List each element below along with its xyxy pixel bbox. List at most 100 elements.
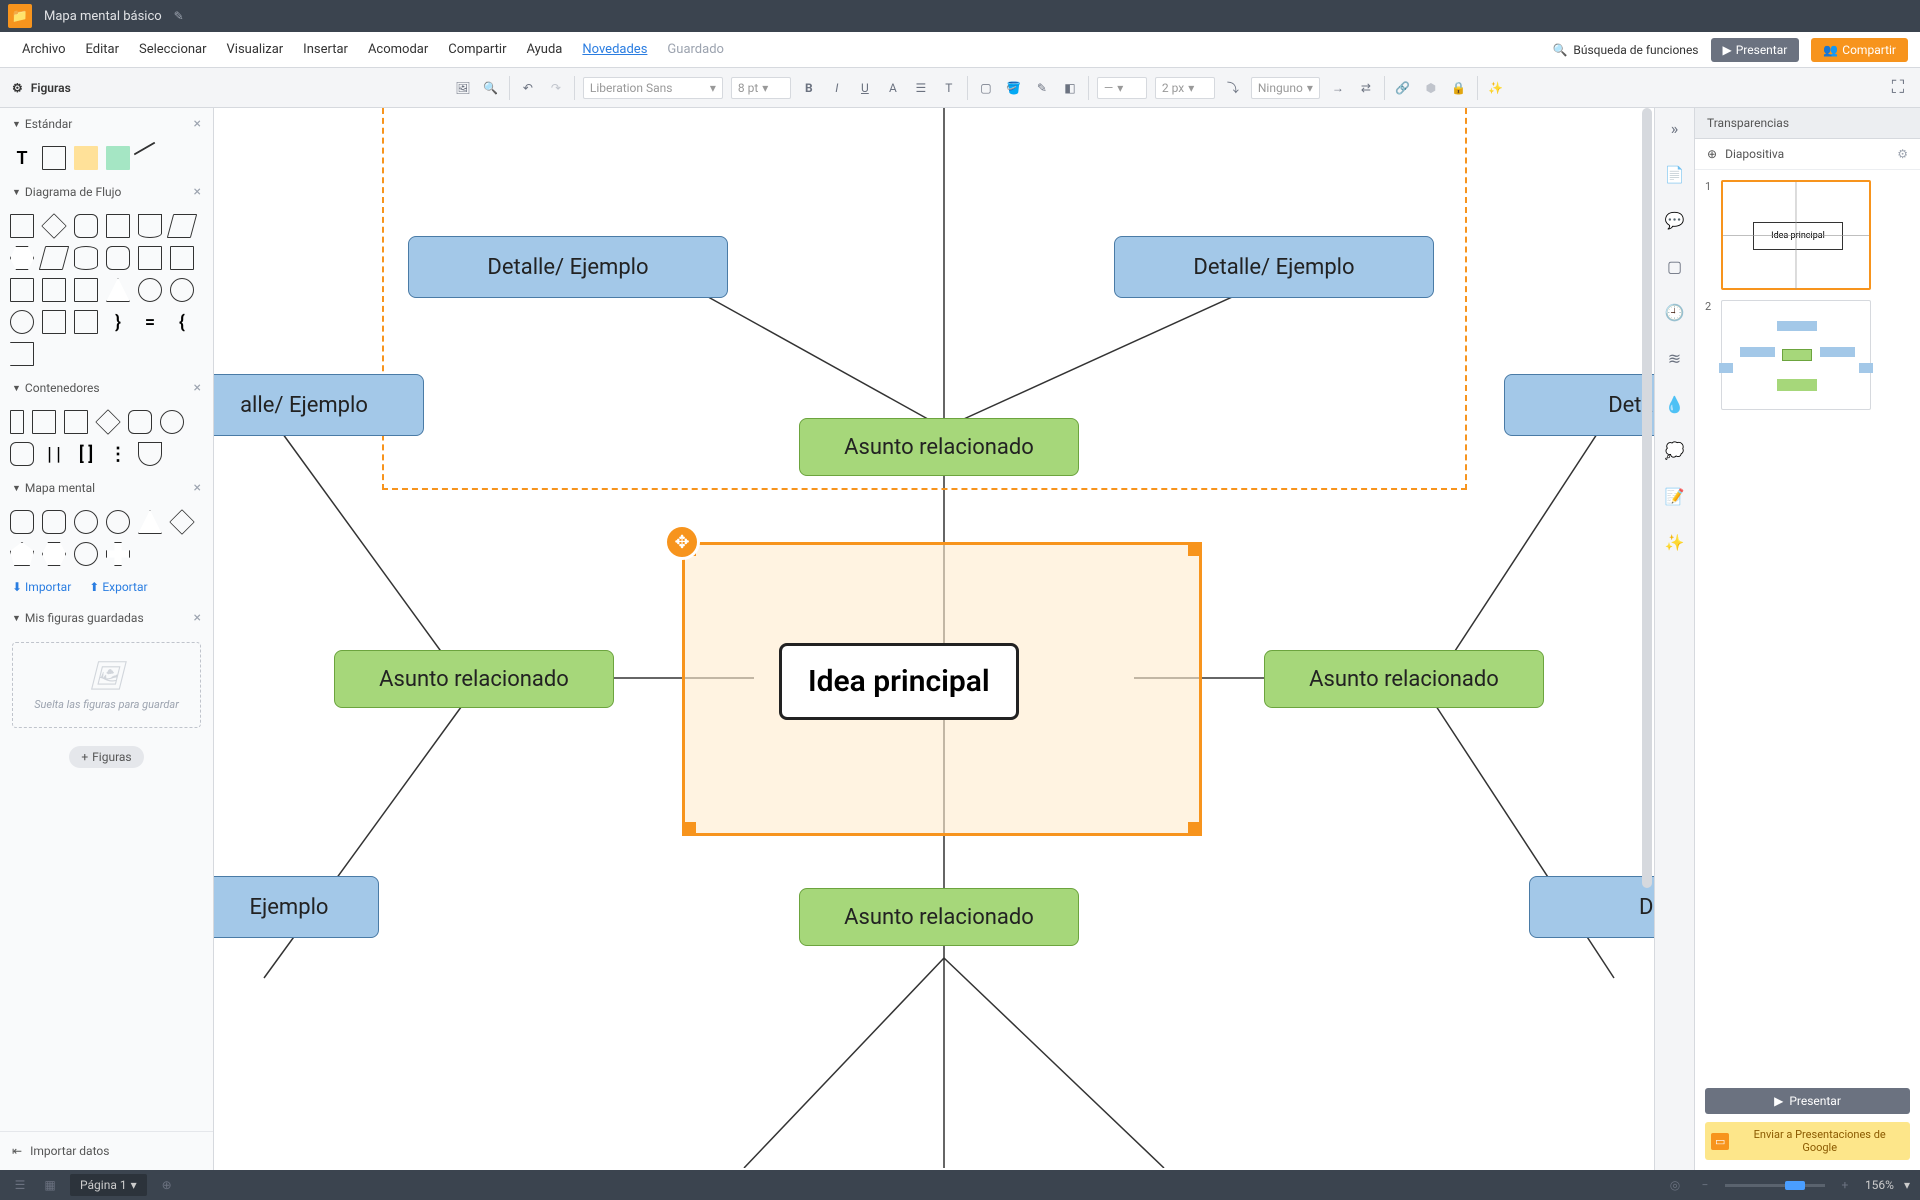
shape-style-button[interactable]: ◧ — [1060, 78, 1080, 98]
shape-f[interactable] — [42, 310, 66, 334]
share-button[interactable]: 👥Compartir — [1811, 38, 1908, 62]
menu-novedades[interactable]: Novedades — [572, 42, 657, 57]
lock-button[interactable]: ⬢ — [1421, 78, 1441, 98]
line-style-dropdown[interactable]: —▾ — [1097, 77, 1147, 99]
shape-hexagon[interactable] — [10, 246, 34, 270]
fullscreen-button[interactable]: ⛶ — [1888, 78, 1908, 98]
orientation-icon[interactable]: ◎ — [1665, 1175, 1685, 1195]
shape-mm1[interactable] — [10, 510, 34, 534]
node-asunto-top[interactable]: Asunto relacionado — [799, 418, 1079, 476]
shape-a[interactable] — [138, 246, 162, 270]
magic-button[interactable]: ✨ — [1486, 78, 1506, 98]
shape-green[interactable] — [106, 146, 130, 170]
shape-triangle[interactable] — [106, 278, 130, 302]
redo-button[interactable]: ↷ — [546, 78, 566, 98]
shape-h[interactable] — [10, 342, 34, 366]
shape-cont1[interactable] — [10, 410, 24, 434]
shape-process[interactable] — [10, 214, 34, 238]
shape-hex[interactable] — [42, 542, 66, 566]
add-slide-button[interactable]: ⊕ — [1707, 147, 1717, 161]
list-view-icon[interactable]: ☰ — [10, 1175, 30, 1195]
shape-cont5[interactable] — [128, 410, 152, 434]
menu-archivo[interactable]: Archivo — [12, 42, 76, 57]
shape-oct[interactable] — [74, 542, 98, 566]
close-icon[interactable]: × — [194, 184, 201, 200]
line-curve-button[interactable]: ⤵ — [1223, 78, 1243, 98]
shape-db[interactable] — [74, 246, 98, 270]
slide-thumb-2[interactable] — [1721, 300, 1871, 410]
node-detail-bottom-right-clip[interactable]: Detalle/ Ej — [1529, 876, 1654, 938]
section-contenedores[interactable]: ▼Contenedores× — [0, 372, 213, 404]
export-link[interactable]: ⬆ Exportar — [89, 580, 147, 594]
menu-compartir[interactable]: Compartir — [438, 42, 516, 57]
shape-plus[interactable] — [106, 542, 130, 566]
section-flujo[interactable]: ▼Diagrama de Flujo× — [0, 176, 213, 208]
shape-mm4[interactable] — [169, 509, 194, 534]
shape-brace2[interactable]: { — [170, 310, 194, 334]
shape-e[interactable] — [74, 278, 98, 302]
align-button[interactable]: ☰ — [911, 78, 931, 98]
shape-g[interactable] — [74, 310, 98, 334]
shape-mm3[interactable] — [106, 510, 130, 534]
page-tab[interactable]: Página 1 ▾ — [70, 1174, 147, 1196]
node-detail-top-right[interactable]: Detalle/ Ejemplo — [1114, 236, 1434, 298]
add-figures-button[interactable]: + Figuras — [69, 746, 143, 768]
close-icon[interactable]: × — [194, 480, 201, 496]
shape-display[interactable] — [106, 246, 130, 270]
shape-d[interactable] — [42, 278, 66, 302]
node-asunto-right[interactable]: Asunto relacionado — [1264, 650, 1544, 708]
node-detail-left-clip[interactable]: alle/ Ejemplo — [214, 374, 424, 436]
node-detail-right-clip[interactable]: Detalle/ Eje — [1504, 374, 1654, 436]
move-handle[interactable]: ✥ — [664, 524, 700, 560]
endpoint-dropdown[interactable]: Ninguno▾ — [1251, 77, 1320, 99]
shape-cont6[interactable] — [160, 410, 184, 434]
italic-button[interactable]: I — [827, 78, 847, 98]
shape-predef[interactable] — [106, 214, 130, 238]
menu-editar[interactable]: Editar — [76, 42, 130, 57]
vertical-scrollbar[interactable] — [1642, 108, 1652, 888]
shape-io[interactable] — [39, 246, 69, 270]
line-color-button[interactable]: ✎ — [1032, 78, 1052, 98]
underline-button[interactable]: U — [855, 78, 875, 98]
canvas[interactable]: Detalle/ Ejemplo Detalle/ Ejemplo alle/ … — [214, 108, 1654, 1170]
folder-icon[interactable]: 📁 — [8, 4, 32, 28]
shape-cont9[interactable]: [ ] — [74, 442, 98, 466]
slide-thumb-1[interactable]: Idea principal — [1721, 180, 1871, 290]
text-options-button[interactable]: T — [939, 78, 959, 98]
node-detail-bottom-left-clip[interactable]: Ejemplo — [214, 876, 379, 938]
add-page-button[interactable]: ⊕ — [157, 1175, 177, 1195]
shape-tri[interactable] — [138, 510, 162, 534]
zoom-value[interactable]: 156% — [1865, 1178, 1894, 1192]
gear-icon[interactable]: ⚙ — [12, 81, 23, 95]
dock-clock-icon[interactable]: 🕘 — [1661, 298, 1689, 326]
close-icon[interactable]: × — [194, 610, 201, 626]
shape-cont3[interactable] — [64, 410, 88, 434]
shape-c[interactable] — [10, 278, 34, 302]
shape-or[interactable] — [10, 310, 34, 334]
arrow-start-button[interactable]: → — [1328, 78, 1348, 98]
zoom-slider[interactable] — [1725, 1184, 1825, 1187]
dock-present-icon[interactable]: ▢ — [1661, 252, 1689, 280]
shape-pent[interactable] — [10, 542, 34, 566]
menu-ayuda[interactable]: Ayuda — [516, 42, 572, 57]
shape-text[interactable]: T — [10, 146, 34, 170]
fill-button[interactable]: ▢ — [976, 78, 996, 98]
shape-brace[interactable]: } — [106, 310, 130, 334]
fontsize-dropdown[interactable]: 8 pt▾ — [731, 77, 791, 99]
image-icon[interactable]: 🖼 — [453, 78, 473, 98]
menu-visualizar[interactable]: Visualizar — [217, 42, 294, 57]
google-slides-button[interactable]: ▭Enviar a Presentaciones de Google — [1705, 1122, 1910, 1160]
padlock-icon[interactable]: 🔒 — [1449, 78, 1469, 98]
dock-layers-icon[interactable]: ≋ — [1661, 344, 1689, 372]
node-main-idea[interactable]: Idea principal — [779, 643, 1019, 720]
shape-cont10[interactable]: ⋮ — [106, 442, 130, 466]
shape-b[interactable] — [170, 246, 194, 270]
shape-eq[interactable]: = — [138, 310, 162, 334]
node-detail-top-left[interactable]: Detalle/ Ejemplo — [408, 236, 728, 298]
section-estandar[interactable]: ▼Estándar× — [0, 108, 213, 140]
shape-rect[interactable] — [42, 146, 66, 170]
search-icon[interactable]: 🔍 — [481, 78, 501, 98]
import-link[interactable]: ⬇ Importar — [12, 580, 71, 594]
dock-sparkle-icon[interactable]: ✨ — [1661, 528, 1689, 556]
shape-note[interactable] — [74, 146, 98, 170]
